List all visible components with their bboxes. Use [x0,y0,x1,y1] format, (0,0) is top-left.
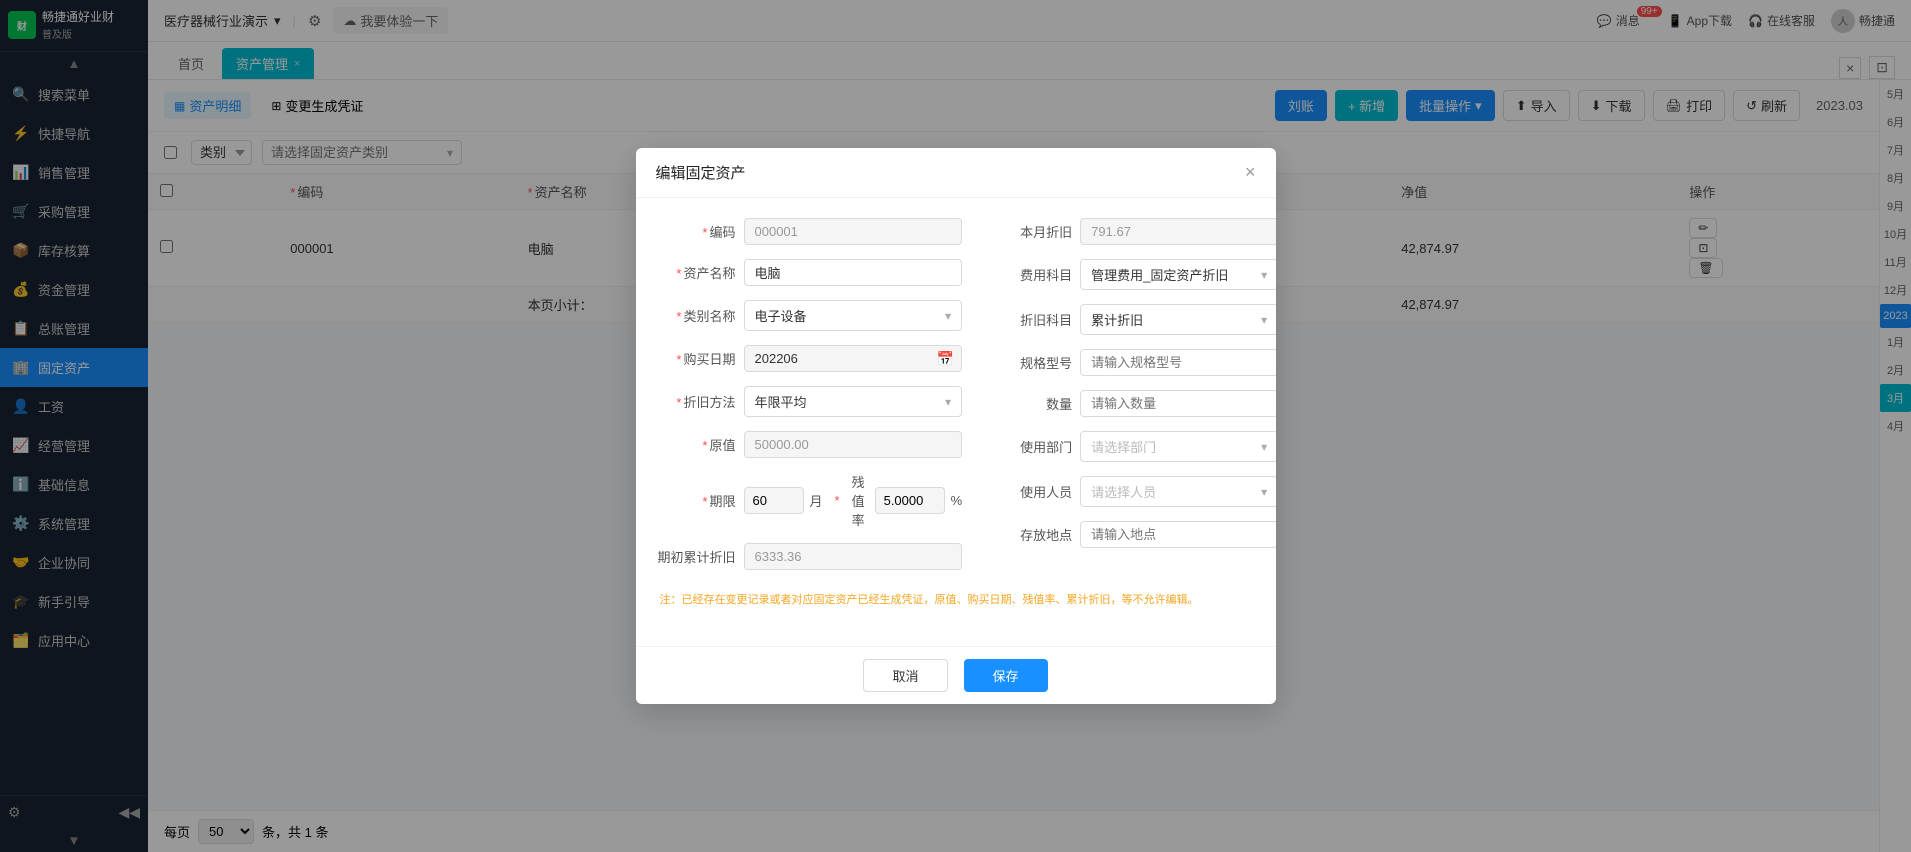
category-value: 电子设备 [755,306,946,325]
residual-label: * [835,493,840,508]
original-value-label: *原值 [656,435,736,454]
dept-placeholder: 请选择部门 [1091,437,1261,456]
person-placeholder: 请选择人员 [1091,482,1261,501]
accumulated-dep-input[interactable] [744,543,963,570]
dep-subject-value: 累计折旧 [1091,310,1261,329]
form-item-spec: 规格型号 [992,349,1275,376]
expense-subject-select[interactable]: 管理费用_固定资产折旧 ▾ [1080,259,1275,290]
asset-name-label: *资产名称 [656,263,736,282]
residual-text-label: 残值率 [852,472,865,529]
form-item-accumulated-dep: 期初累计折旧 [656,543,963,570]
dep-method-dropdown-icon: ▾ [945,395,951,409]
spec-label: 规格型号 [992,353,1072,372]
form-item-period: *期限 月 * 残值率 % [656,472,963,529]
form-item-quantity: 数量 [992,390,1275,417]
cancel-button[interactable]: 取消 [863,659,947,692]
form-item-monthly-dep: 本月折旧 [992,218,1275,245]
modal-left-col: *编码 *资产名称 *类别名称 [656,218,963,584]
save-button[interactable]: 保存 [964,659,1048,692]
accumulated-dep-label: 期初累计折旧 [656,547,736,566]
modal-columns: *编码 *资产名称 *类别名称 [656,218,1256,584]
form-item-dept: 使用部门 请选择部门 ▾ [992,431,1275,462]
period-input[interactable] [744,487,804,514]
category-dropdown-icon: ▾ [945,309,951,323]
expense-subject-dropdown-icon: ▾ [1261,268,1267,282]
quantity-input[interactable] [1080,390,1275,417]
expense-subject-label: 费用科目 [992,265,1072,284]
modal-note: 注：已经存在变更记录或者对应固定资产已经生成凭证，原值、购买日期、残值率、累计折… [656,592,1256,610]
form-item-location: 存放地点 [992,521,1275,548]
residual-wrap: % [875,487,963,514]
dep-method-value: 年限平均 [755,392,946,411]
modal-overlay: 编辑固定资产 × *编码 * [0,0,1911,852]
dep-method-select[interactable]: 年限平均 ▾ [744,386,963,417]
period-wrap: 月 * 残值率 % [744,472,963,529]
form-item-original-value: *原值 [656,431,963,458]
form-item-dep-method: *折旧方法 年限平均 ▾ [656,386,963,417]
form-item-expense-subject: 费用科目 管理费用_固定资产折旧 ▾ [992,259,1275,290]
purchase-date-label: *购买日期 [656,349,736,368]
modal-body: *编码 *资产名称 *类别名称 [636,198,1276,646]
code-input[interactable] [744,218,963,245]
modal-header: 编辑固定资产 × [636,148,1276,198]
code-label: *编码 [656,222,736,241]
purchase-date-input[interactable] [744,345,963,372]
form-item-dep-subject: 折旧科目 累计折旧 ▾ [992,304,1275,335]
purchase-date-wrap: 📅 [744,345,963,372]
form-item-purchase-date: *购买日期 📅 [656,345,963,372]
person-select[interactable]: 请选择人员 ▾ [1080,476,1275,507]
person-dropdown-icon: ▾ [1261,485,1267,499]
person-label: 使用人员 [992,482,1072,501]
form-item-category: *类别名称 电子设备 ▾ [656,300,963,331]
monthly-dep-input[interactable] [1080,218,1275,245]
dep-method-label: *折旧方法 [656,392,736,411]
category-label: *类别名称 [656,306,736,325]
form-item-name: *资产名称 [656,259,963,286]
form-item-person: 使用人员 请选择人员 ▾ [992,476,1275,507]
dept-label: 使用部门 [992,437,1072,456]
edit-asset-modal: 编辑固定资产 × *编码 * [636,148,1276,704]
modal-close-btn[interactable]: × [1245,162,1256,183]
residual-pct: % [951,493,963,508]
modal-footer: 取消 保存 [636,646,1276,704]
modal-right-col: 本月折旧 费用科目 管理费用_固定资产折旧 ▾ [992,218,1275,584]
location-input[interactable] [1080,521,1275,548]
asset-name-input[interactable] [744,259,963,286]
form-item-code: *编码 [656,218,963,245]
period-unit: 月 [810,491,823,510]
dep-subject-label: 折旧科目 [992,310,1072,329]
original-value-input[interactable] [744,431,963,458]
expense-subject-value: 管理费用_固定资产折旧 [1091,265,1261,284]
modal-title: 编辑固定资产 [656,162,746,183]
residual-rate-input[interactable] [875,487,945,514]
quantity-label: 数量 [992,394,1072,413]
calendar-icon: 📅 [937,350,954,367]
dept-dropdown-icon: ▾ [1261,440,1267,454]
period-label: *期限 [656,491,736,510]
dep-subject-select[interactable]: 累计折旧 ▾ [1080,304,1275,335]
location-label: 存放地点 [992,525,1072,544]
category-select[interactable]: 电子设备 ▾ [744,300,963,331]
monthly-dep-label: 本月折旧 [992,222,1072,241]
dept-select[interactable]: 请选择部门 ▾ [1080,431,1275,462]
dep-subject-dropdown-icon: ▾ [1261,313,1267,327]
spec-input[interactable] [1080,349,1275,376]
